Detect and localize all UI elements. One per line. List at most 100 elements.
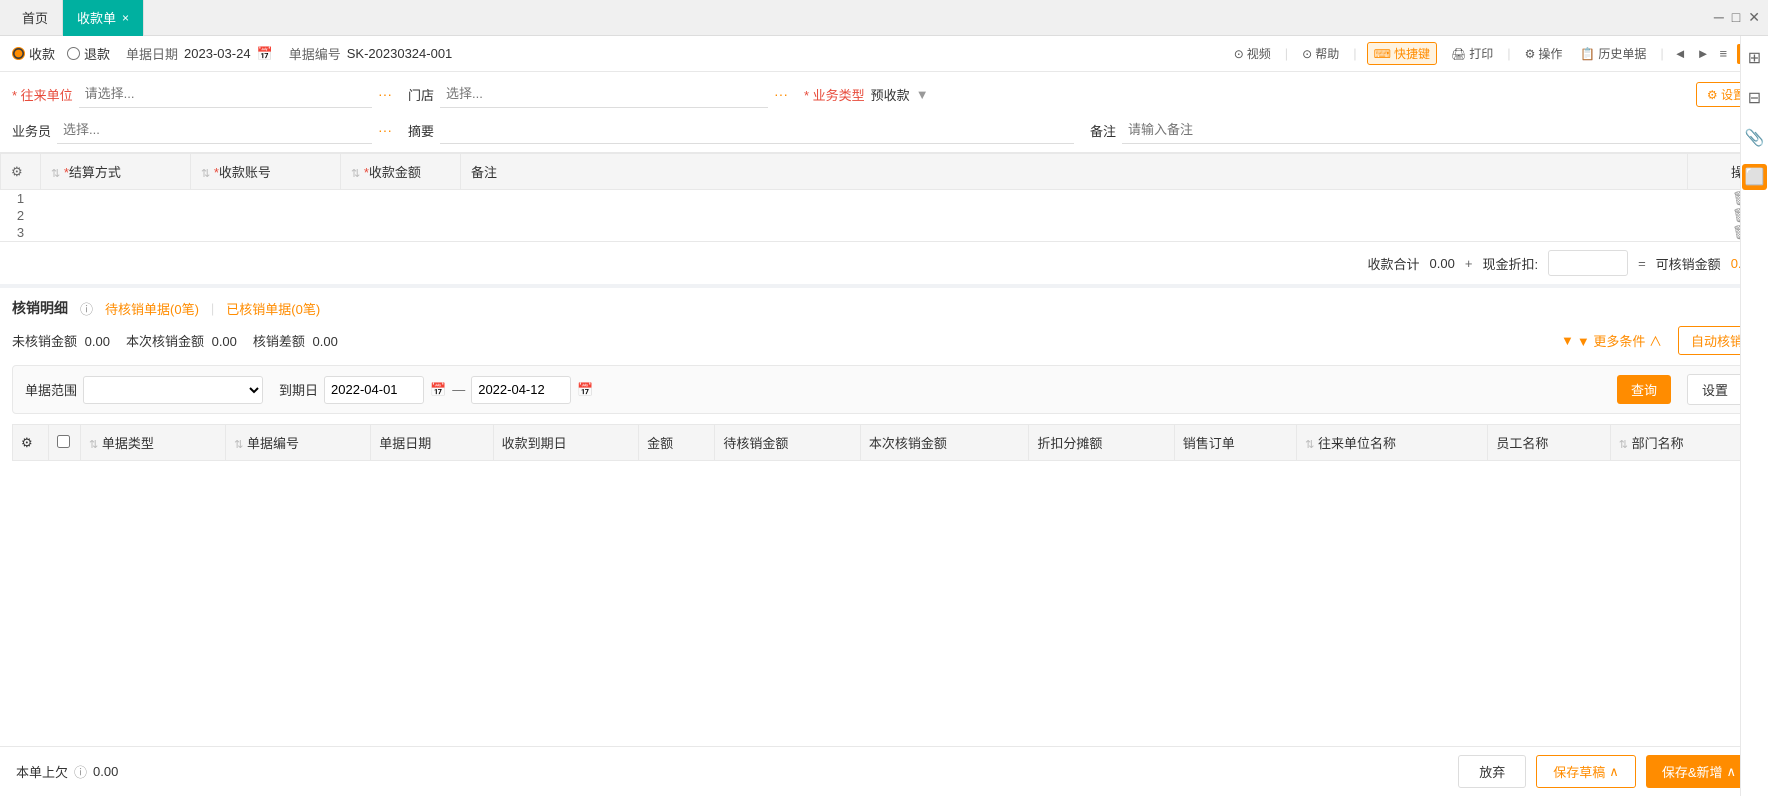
shortcut-btn[interactable]: ⌨ 快捷键 [1367, 42, 1437, 65]
right-panel-icon-3[interactable]: 📎 [1741, 124, 1768, 152]
counterpart-field: * 往来单位 ··· [12, 80, 392, 108]
date-to-input[interactable] [471, 376, 571, 404]
row3-amount[interactable] [341, 224, 461, 241]
sort-icon3[interactable]: ⇅ [351, 168, 360, 180]
nav-list[interactable]: ≡ [1720, 46, 1728, 61]
tab-home[interactable]: 首页 [8, 0, 63, 36]
row2-remarks[interactable] [461, 207, 1688, 224]
save-btn[interactable]: 保存&新增 ∧ [1646, 755, 1752, 788]
window-max[interactable]: □ [1732, 9, 1740, 26]
tab-receipt-label: 收款单 [77, 8, 116, 27]
more-filter-btn[interactable]: ▼ ▼ 更多条件 ∧ [1561, 331, 1662, 350]
bottom-bar: 本单上欠 ⓘ 0.00 放弃 保存草稿 ∧ 保存&新增 ∧ [0, 746, 1768, 796]
remarks-label: 备注 [1090, 121, 1116, 140]
bottom-info-icon[interactable]: ⓘ [74, 762, 87, 781]
business-type-dropdown[interactable]: ▼ [916, 87, 929, 102]
date-from-input[interactable] [324, 376, 424, 404]
table-col-amount: ⇅ *收款金额 [341, 154, 461, 190]
nav-next[interactable]: ► [1697, 46, 1710, 61]
window-controls: ─ □ ✕ [1714, 9, 1760, 26]
form-row-2: 业务员 ··· 摘要 备注 [12, 116, 1756, 144]
tab-receipt-close[interactable]: × [122, 11, 129, 25]
wcol-dept: ⇅ 部门名称 [1610, 425, 1755, 461]
plus-sign: + [1465, 256, 1473, 271]
col-amount-label: *收款金额 [364, 165, 421, 180]
right-panel-icon-2[interactable]: ⊟ [1744, 84, 1765, 112]
sort-icon2[interactable]: ⇅ [201, 168, 210, 180]
right-panel: ⊞ ⊟ 📎 ⬜ [1740, 36, 1768, 796]
writeoff-gear-icon[interactable]: ⚙ [21, 435, 33, 450]
writeoff-info-icon[interactable]: ⓘ [80, 299, 93, 318]
toolbar-actions: ⊙ 视频 | ⊙ 帮助 | ⌨ 快捷键 🖨 打印 | ⚙ 操作 📋 历史单据 |… [1230, 42, 1756, 65]
divider3: | [1507, 46, 1510, 61]
operate-btn[interactable]: ⚙ 操作 [1521, 43, 1567, 64]
draft-btn[interactable]: 保存草稿 ∧ [1536, 755, 1636, 788]
store-more[interactable]: ··· [774, 86, 788, 102]
sort-counterpart[interactable]: ⇅ [1305, 439, 1314, 451]
table-col-gear[interactable]: ⚙ [1, 154, 41, 190]
history-btn[interactable]: 📋 历史单据 [1576, 43, 1650, 64]
window-close[interactable]: ✕ [1748, 9, 1760, 26]
total-row: 收款合计 0.00 + 现金折扣: = 可核销金额 0.00 [0, 241, 1768, 284]
pending-tab[interactable]: 待核销单据(0笔) [105, 299, 199, 318]
wcol-gear[interactable]: ⚙ [13, 425, 49, 461]
tab-bar: 首页 收款单 × ─ □ ✕ [0, 0, 1768, 36]
nav-prev[interactable]: ◄ [1674, 46, 1687, 61]
print-btn[interactable]: 🖨 打印 [1447, 43, 1497, 64]
row3-remarks[interactable] [461, 224, 1688, 241]
sort-num[interactable]: ⇅ [234, 439, 243, 451]
writeoff-settings-btn[interactable]: 设置 [1687, 374, 1743, 405]
window-min[interactable]: ─ [1714, 9, 1724, 26]
counterpart-more[interactable]: ··· [378, 86, 392, 102]
query-btn[interactable]: 查询 [1617, 375, 1671, 404]
salesperson-more[interactable]: ··· [378, 122, 392, 138]
tab-receipt[interactable]: 收款单 × [63, 0, 144, 36]
business-type-value: 预收款 [871, 85, 910, 104]
stat-unpaid: 未核销金额 0.00 [12, 331, 110, 350]
calendar-icon[interactable]: 📅 [257, 46, 273, 62]
row3-account[interactable] [191, 224, 341, 241]
save-label: 保存&新增 [1662, 762, 1723, 781]
store-input[interactable] [440, 80, 768, 108]
row1-amount[interactable] [341, 190, 461, 208]
wcol-salesorder: 销售订单 [1174, 425, 1296, 461]
row2-account[interactable] [191, 207, 341, 224]
table-body: 1 🗑 ⊕ 2 [1, 190, 1768, 242]
row1-remarks[interactable] [461, 190, 1688, 208]
row1-account[interactable] [191, 190, 341, 208]
table-gear-icon[interactable]: ⚙ [11, 164, 23, 179]
remarks-input[interactable] [1122, 116, 1756, 144]
right-panel-icon-1[interactable]: ⊞ [1744, 44, 1765, 72]
right-panel-icon-4[interactable]: ⬜ [1742, 164, 1768, 190]
sort-icon[interactable]: ⇅ [51, 168, 60, 180]
eq-sign: = [1638, 256, 1646, 271]
row1-settlement[interactable] [41, 190, 191, 208]
summary-input[interactable] [440, 116, 1074, 144]
sort-dept[interactable]: ⇅ [1619, 439, 1628, 451]
help-btn[interactable]: ⊙ 帮助 [1298, 43, 1343, 64]
divider2: | [1353, 46, 1356, 61]
calendar-to-icon[interactable]: 📅 [577, 382, 593, 398]
result-label: 可核销金额 [1656, 254, 1721, 273]
row2-amount[interactable] [341, 207, 461, 224]
table-row: 3 🗑 ⊕ [1, 224, 1768, 241]
discount-input[interactable] [1548, 250, 1628, 276]
radio-shoukuan-label: 收款 [29, 44, 55, 63]
radio-tuikuan[interactable]: 退款 [67, 44, 110, 63]
bottom-value: 0.00 [93, 764, 118, 779]
radio-shoukuan[interactable]: 收款 [12, 44, 55, 63]
range-select[interactable] [83, 376, 263, 404]
table-row: 1 🗑 ⊕ [1, 190, 1768, 208]
doc-num-value: SK-20230324-001 [347, 46, 453, 61]
sort-type[interactable]: ⇅ [89, 439, 98, 451]
abandon-btn[interactable]: 放弃 [1458, 755, 1526, 788]
done-tab[interactable]: 已核销单据(0笔) [226, 299, 320, 318]
row3-settlement[interactable] [41, 224, 191, 241]
salesperson-input[interactable] [57, 116, 372, 144]
row2-settlement[interactable] [41, 207, 191, 224]
select-all-checkbox[interactable] [57, 435, 70, 448]
calendar-from-icon[interactable]: 📅 [430, 382, 446, 398]
counterpart-input[interactable] [79, 80, 372, 108]
video-btn[interactable]: ⊙ 视频 [1230, 43, 1275, 64]
col-account-label: *收款账号 [214, 165, 271, 180]
